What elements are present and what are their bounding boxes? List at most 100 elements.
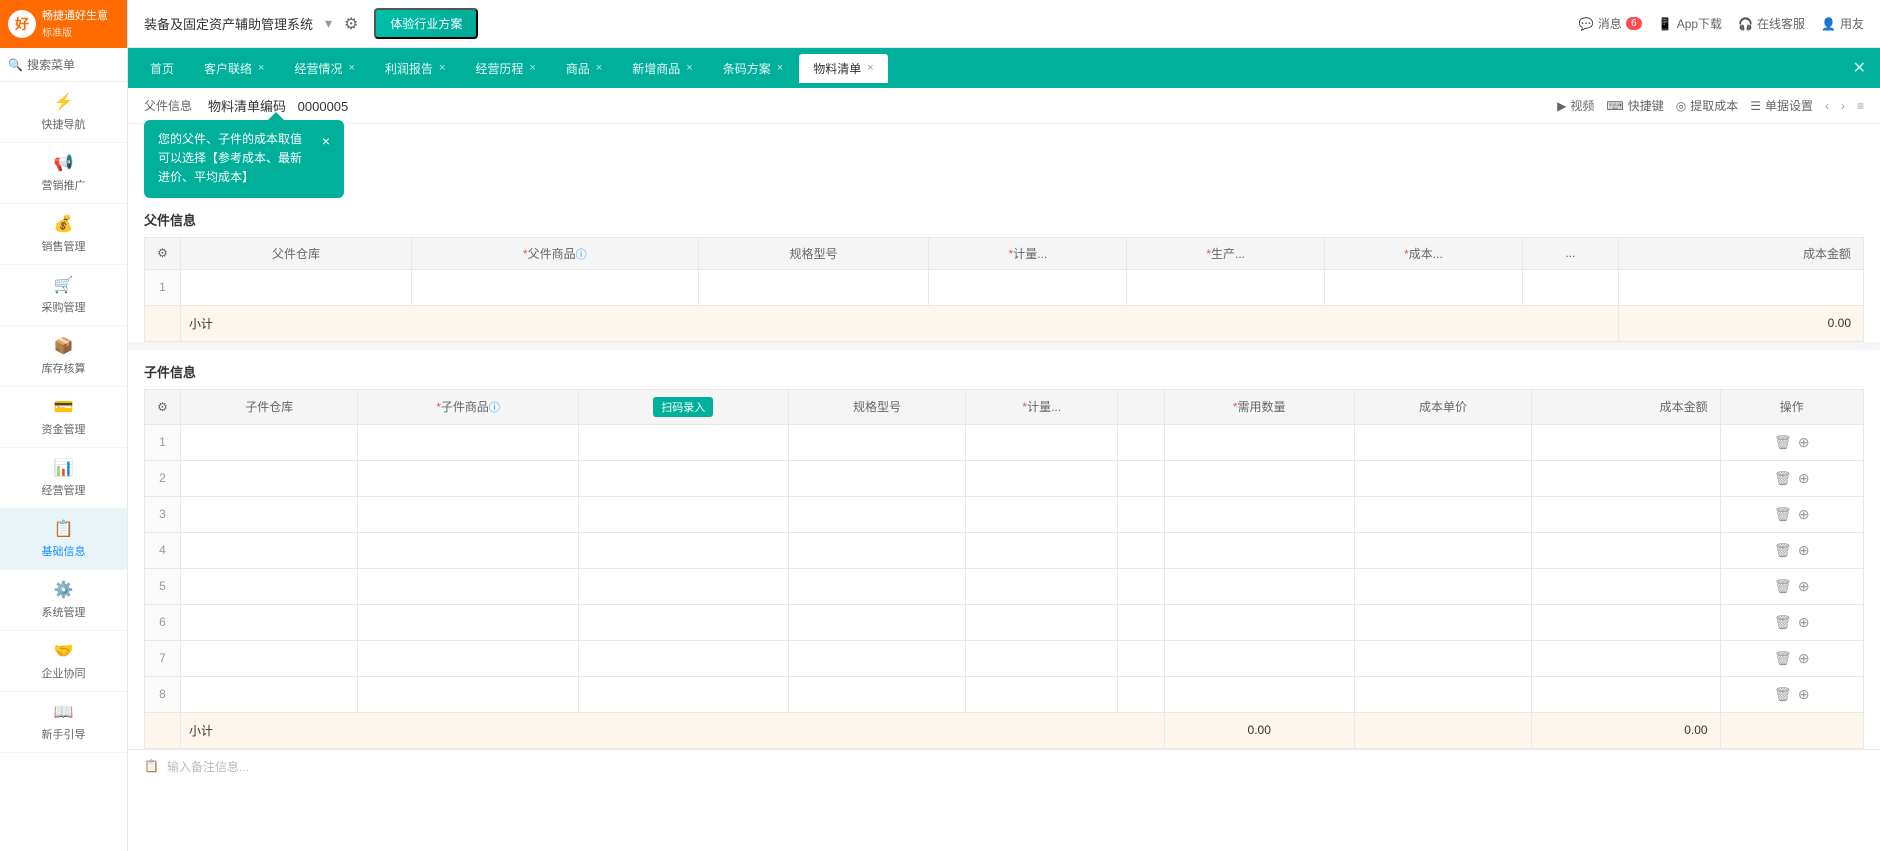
tab-customers[interactable]: 客户联络×	[190, 54, 278, 83]
tab-close-barcode[interactable]: ×	[777, 62, 783, 74]
user-menu[interactable]: 👤 用友	[1821, 15, 1864, 32]
tab-close-bom[interactable]: ×	[867, 62, 873, 74]
child-row-7-unit[interactable]	[966, 640, 1118, 676]
child-gear-icon[interactable]: ⚙	[157, 400, 168, 414]
copy-icon-row-8[interactable]: ⊕	[1798, 686, 1810, 703]
child-row-8-unit[interactable]	[966, 676, 1118, 712]
tab-close-history[interactable]: ×	[529, 62, 535, 74]
child-row-8-warehouse[interactable]	[181, 676, 358, 712]
copy-icon-row-5[interactable]: ⊕	[1798, 578, 1810, 595]
parent-row-1-goods[interactable]	[411, 269, 698, 305]
tab-goods[interactable]: 商品×	[552, 54, 616, 83]
child-row-4-warehouse[interactable]	[181, 532, 358, 568]
child-row-3-unit[interactable]	[966, 496, 1118, 532]
tab-new-goods[interactable]: 新增商品×	[618, 54, 706, 83]
child-row-8-goods[interactable]	[358, 676, 578, 712]
sidebar-item-purchase[interactable]: 🛒 采购管理	[0, 265, 127, 326]
nav-next-icon[interactable]: ›	[1841, 99, 1845, 113]
parent-row-1-unit[interactable]	[929, 269, 1127, 305]
child-row-7-unit-cost[interactable]	[1354, 640, 1531, 676]
sidebar-item-quick-nav[interactable]: ⚡ 快捷导航	[0, 82, 127, 143]
sidebar-item-enterprise[interactable]: 🤝 企业协同	[0, 631, 127, 692]
dropdown-arrow-icon[interactable]: ▾	[325, 15, 332, 32]
child-row-2-unit[interactable]	[966, 460, 1118, 496]
tab-close-profit[interactable]: ×	[439, 62, 445, 74]
parent-row-1-cost[interactable]	[1325, 269, 1523, 305]
child-row-3-goods[interactable]	[358, 496, 578, 532]
child-row-4-spec[interactable]	[788, 532, 965, 568]
tab-profit[interactable]: 利润报告×	[371, 54, 459, 83]
sidebar-item-guide[interactable]: 📖 新手引导	[0, 692, 127, 753]
child-row-3-spec[interactable]	[788, 496, 965, 532]
child-row-6-warehouse[interactable]	[181, 604, 358, 640]
child-row-7-goods[interactable]	[358, 640, 578, 676]
child-row-1-goods[interactable]	[358, 424, 578, 460]
delete-icon-row-3[interactable]: 🗑	[1774, 506, 1792, 523]
child-row-2-goods[interactable]	[358, 460, 578, 496]
child-row-6-unit-cost[interactable]	[1354, 604, 1531, 640]
child-row-8-spec[interactable]	[788, 676, 965, 712]
child-row-4-qty[interactable]	[1164, 532, 1354, 568]
parent-row-1-warehouse[interactable]	[181, 269, 412, 305]
child-row-5-unit[interactable]	[966, 568, 1118, 604]
sidebar-item-marketing[interactable]: 📢 营销推广	[0, 143, 127, 204]
sidebar-item-sales[interactable]: 💰 销售管理	[0, 204, 127, 265]
tab-barcode[interactable]: 条码方案×	[709, 54, 797, 83]
nav-prev-icon[interactable]: ‹	[1825, 99, 1829, 113]
tab-operations[interactable]: 经营情况×	[280, 54, 368, 83]
child-row-5-goods[interactable]	[358, 568, 578, 604]
child-row-5-qty[interactable]	[1164, 568, 1354, 604]
delete-icon-row-8[interactable]: 🗑	[1774, 686, 1792, 703]
child-row-3-unit-cost[interactable]	[1354, 496, 1531, 532]
delete-icon-row-5[interactable]: 🗑	[1774, 578, 1792, 595]
sidebar-item-system[interactable]: ⚙️ 系统管理	[0, 570, 127, 631]
child-row-3-warehouse[interactable]	[181, 496, 358, 532]
child-row-7-spec[interactable]	[788, 640, 965, 676]
trial-button[interactable]: 体验行业方案	[374, 8, 478, 39]
child-row-8-qty[interactable]	[1164, 676, 1354, 712]
child-row-2-qty[interactable]	[1164, 460, 1354, 496]
tab-close-new-goods[interactable]: ×	[686, 62, 692, 74]
message-button[interactable]: 💬 消息 6	[1579, 15, 1642, 32]
nav-list-icon[interactable]: ≡	[1857, 99, 1864, 113]
child-row-5-unit-cost[interactable]	[1354, 568, 1531, 604]
sidebar-item-finance[interactable]: 💳 资金管理	[0, 387, 127, 448]
child-row-4-unit[interactable]	[966, 532, 1118, 568]
scan-input-button[interactable]: 扫码录入	[653, 397, 713, 417]
delete-icon-row-2[interactable]: 🗑	[1774, 470, 1792, 487]
child-row-1-qty[interactable]	[1164, 424, 1354, 460]
parent-row-1-spec[interactable]	[698, 269, 929, 305]
tab-close-operations[interactable]: ×	[348, 62, 354, 74]
online-service-button[interactable]: 🎧 在线客服	[1738, 15, 1805, 32]
sidebar-item-inventory[interactable]: 📦 库存核算	[0, 326, 127, 387]
child-row-2-unit-cost[interactable]	[1354, 460, 1531, 496]
bill-settings-button[interactable]: ☰ 单据设置	[1750, 97, 1813, 114]
settings-icon[interactable]: ⚙	[344, 14, 358, 34]
copy-icon-row-3[interactable]: ⊕	[1798, 506, 1810, 523]
child-row-7-warehouse[interactable]	[181, 640, 358, 676]
shortcut-button[interactable]: ⌨ 快捷键	[1606, 97, 1663, 114]
delete-icon-row-4[interactable]: 🗑	[1774, 542, 1792, 559]
child-row-8-unit-cost[interactable]	[1354, 676, 1531, 712]
tooltip-close-button[interactable]: ×	[322, 130, 330, 152]
tab-history[interactable]: 经营历程×	[461, 54, 549, 83]
tab-home[interactable]: 首页	[136, 54, 188, 83]
child-row-1-warehouse[interactable]	[181, 424, 358, 460]
delete-icon-row-7[interactable]: 🗑	[1774, 650, 1792, 667]
delete-icon-row-1[interactable]: 🗑	[1774, 434, 1792, 451]
close-all-tabs-button[interactable]: ✕	[1847, 58, 1872, 78]
breadcrumb-bom[interactable]: 父件信息	[144, 97, 192, 114]
sidebar-search[interactable]: 🔍 搜索菜单	[0, 48, 127, 82]
child-row-1-spec[interactable]	[788, 424, 965, 460]
tab-close-goods[interactable]: ×	[596, 62, 602, 74]
footer-remark-label[interactable]: 输入备注信息...	[167, 758, 249, 775]
gear-icon[interactable]: ⚙	[157, 246, 168, 260]
child-row-1-unit[interactable]	[966, 424, 1118, 460]
app-download-button[interactable]: 📱 App下载	[1658, 15, 1722, 32]
child-row-6-spec[interactable]	[788, 604, 965, 640]
tab-bom[interactable]: 物料清单×	[799, 54, 887, 83]
copy-icon-row-6[interactable]: ⊕	[1798, 614, 1810, 631]
child-row-2-spec[interactable]	[788, 460, 965, 496]
extract-cost-button[interactable]: ◎ 提取成本	[1676, 97, 1739, 114]
child-row-4-unit-cost[interactable]	[1354, 532, 1531, 568]
